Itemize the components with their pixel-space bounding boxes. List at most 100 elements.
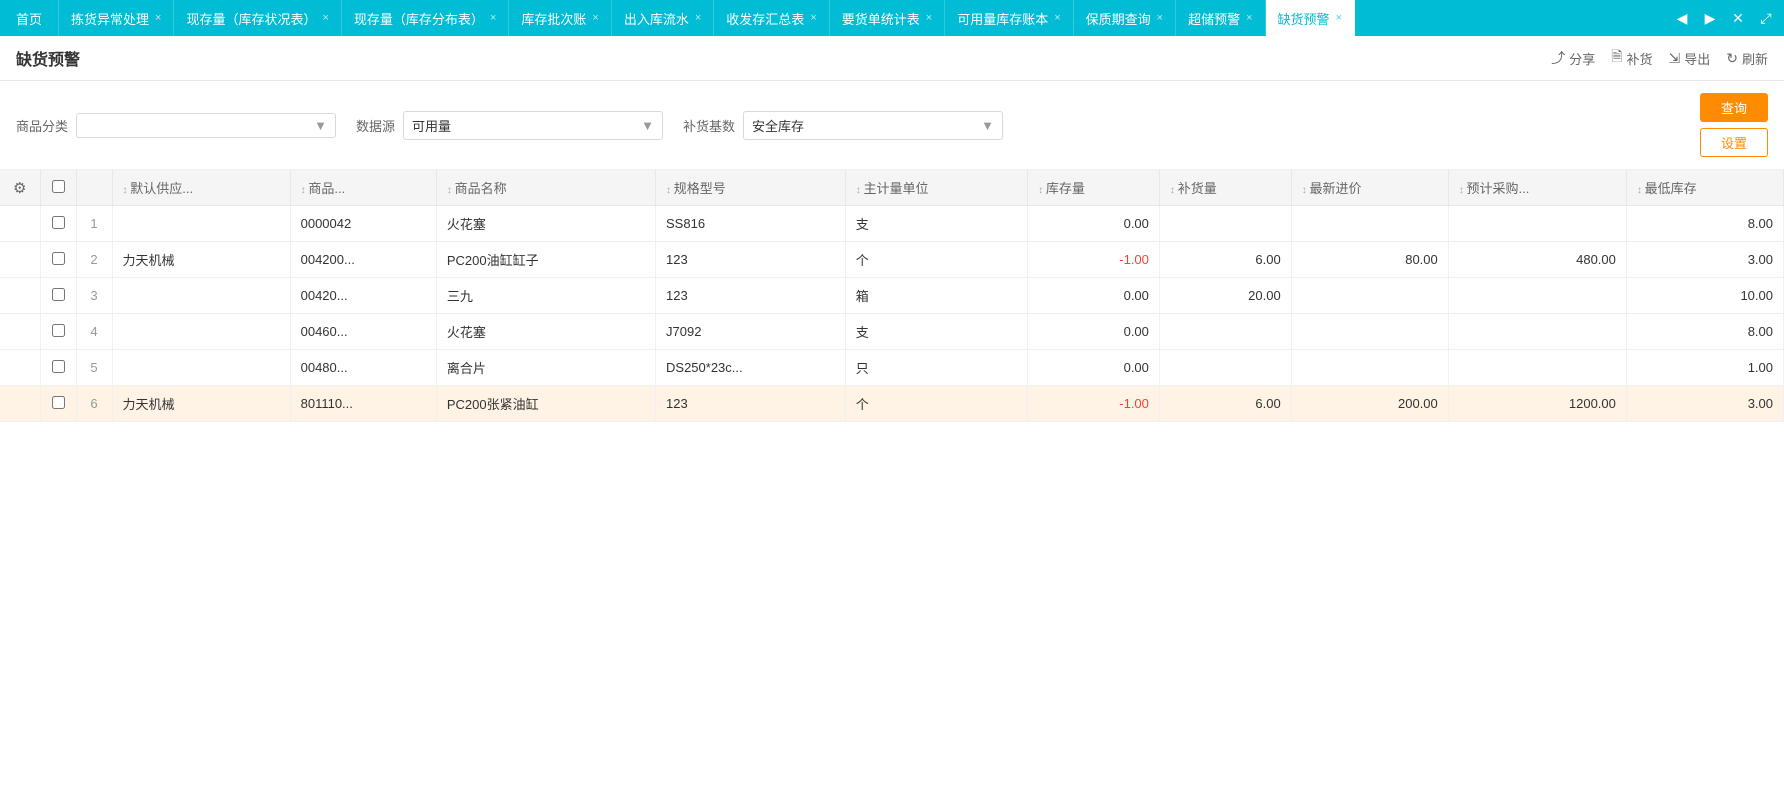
tab-stockout[interactable]: 缺货预警 × xyxy=(1266,0,1355,36)
col-row-num xyxy=(76,170,112,206)
tab-available-ledger[interactable]: 可用量库存账本 × xyxy=(945,0,1073,36)
row-replenish-qty: 6.00 xyxy=(1159,386,1291,422)
col-spec[interactable]: 规格型号 xyxy=(656,170,846,206)
row-product-name: 离合片 xyxy=(436,350,655,386)
row-checkbox-cell[interactable] xyxy=(40,350,76,386)
replenish-base-select[interactable]: 安全库存 ▼ xyxy=(743,111,1003,140)
table-row: 5 00480... 离合片 DS250*23c... 只 0.00 1.00 xyxy=(0,350,1784,386)
tab-expiry-query[interactable]: 保质期查询 × xyxy=(1074,0,1176,36)
row-checkbox-cell[interactable] xyxy=(40,386,76,422)
close-icon[interactable]: × xyxy=(1336,12,1342,24)
row-estimated-purchase xyxy=(1448,350,1626,386)
row-supplier: 力天机械 xyxy=(112,242,290,278)
row-spec: 123 xyxy=(656,386,846,422)
table-body: 1 0000042 火花塞 SS816 支 0.00 8.00 2 力天机械 0… xyxy=(0,206,1784,422)
settings-button[interactable]: 设置 xyxy=(1700,128,1768,157)
page-title: 缺货预警 xyxy=(16,46,80,70)
col-estimated-purchase[interactable]: 预计采购... xyxy=(1448,170,1626,206)
tab-inventory-dist[interactable]: 现存量（库存分布表） × xyxy=(342,0,509,36)
row-latest-price xyxy=(1291,206,1448,242)
replenish-base-filter-label: 补货基数 xyxy=(683,116,735,135)
row-product-name: 火花塞 xyxy=(436,314,655,350)
row-checkbox-cell[interactable] xyxy=(40,242,76,278)
close-icon[interactable]: × xyxy=(926,12,932,24)
nav-maximize-button[interactable]: ⤢ xyxy=(1752,4,1780,32)
category-filter-group: 商品分类 ▼ xyxy=(16,113,336,138)
row-checkbox[interactable] xyxy=(52,324,65,337)
row-checkbox[interactable] xyxy=(52,216,65,229)
row-estimated-purchase: 1200.00 xyxy=(1448,386,1626,422)
close-icon[interactable]: × xyxy=(1157,12,1163,24)
replenish-button[interactable]: 🗎 补货 xyxy=(1611,46,1652,70)
close-icon[interactable]: × xyxy=(1054,12,1060,24)
row-product-code: 0000042 xyxy=(290,206,436,242)
row-spec: J7092 xyxy=(656,314,846,350)
row-spec: DS250*23c... xyxy=(656,350,846,386)
row-checkbox-cell[interactable] xyxy=(40,314,76,350)
col-unit[interactable]: 主计量单位 xyxy=(845,170,1027,206)
col-min-stock[interactable]: 最低库存 xyxy=(1626,170,1783,206)
tab-exception[interactable]: 拣货异常处理 × xyxy=(59,0,174,36)
nav-next-button[interactable]: ▶ xyxy=(1696,4,1724,32)
tab-home[interactable]: 首页 xyxy=(0,0,59,36)
row-checkbox[interactable] xyxy=(52,360,65,373)
row-product-code: 801110... xyxy=(290,386,436,422)
close-icon[interactable]: × xyxy=(155,12,161,24)
row-min-stock: 1.00 xyxy=(1626,350,1783,386)
close-icon[interactable]: × xyxy=(322,12,328,24)
tab-inventory-status[interactable]: 现存量（库存状况表） × xyxy=(174,0,341,36)
row-unit: 支 xyxy=(845,314,1027,350)
col-settings[interactable]: ⚙ xyxy=(0,170,40,206)
row-number: 3 xyxy=(76,278,112,314)
datasource-select[interactable]: 可用量 ▼ xyxy=(403,111,663,140)
row-checkbox[interactable] xyxy=(52,252,65,265)
close-icon[interactable]: × xyxy=(810,12,816,24)
nav-prev-button[interactable]: ◀ xyxy=(1668,4,1696,32)
export-label: 导出 xyxy=(1684,49,1710,68)
col-latest-price[interactable]: 最新进价 xyxy=(1291,170,1448,206)
tab-inout-flow[interactable]: 出入库流水 × xyxy=(612,0,714,36)
col-stock-qty[interactable]: 库存量 xyxy=(1028,170,1160,206)
close-icon[interactable]: × xyxy=(695,12,701,24)
tab-batch-account[interactable]: 库存批次账 × xyxy=(509,0,611,36)
row-checkbox[interactable] xyxy=(52,288,65,301)
close-icon[interactable]: × xyxy=(592,12,598,24)
row-estimated-purchase xyxy=(1448,278,1626,314)
col-product-code[interactable]: 商品... xyxy=(290,170,436,206)
tab-stockout-label: 缺货预警 xyxy=(1278,9,1330,28)
refresh-button[interactable]: ↻ 刷新 xyxy=(1726,49,1768,68)
table-header-row: ⚙ 默认供应... 商品... 商品名称 规格型号 主计量单位 库存量 补货量 … xyxy=(0,170,1784,206)
export-button[interactable]: ⇲ 导出 xyxy=(1669,49,1711,68)
nav-close-button[interactable]: ✕ xyxy=(1724,4,1752,32)
row-estimated-purchase: 480.00 xyxy=(1448,242,1626,278)
col-checkbox[interactable] xyxy=(40,170,76,206)
row-product-code: 00420... xyxy=(290,278,436,314)
table-row: 3 00420... 三九 123 箱 0.00 20.00 10.00 xyxy=(0,278,1784,314)
close-icon[interactable]: × xyxy=(490,12,496,24)
tab-overstock[interactable]: 超储预警 × xyxy=(1176,0,1265,36)
row-replenish-qty: 20.00 xyxy=(1159,278,1291,314)
row-settings-cell xyxy=(0,386,40,422)
query-button[interactable]: 查询 xyxy=(1700,93,1768,122)
col-default-supplier[interactable]: 默认供应... xyxy=(112,170,290,206)
tab-receive-summary[interactable]: 收发存汇总表 × xyxy=(714,0,829,36)
row-latest-price xyxy=(1291,278,1448,314)
col-replenish-qty[interactable]: 补货量 xyxy=(1159,170,1291,206)
tab-order-stats[interactable]: 要货单统计表 × xyxy=(830,0,945,36)
close-icon[interactable]: × xyxy=(1246,12,1252,24)
row-checkbox-cell[interactable] xyxy=(40,206,76,242)
row-checkbox-cell[interactable] xyxy=(40,278,76,314)
row-product-name: PC200张紧油缸 xyxy=(436,386,655,422)
row-checkbox[interactable] xyxy=(52,396,65,409)
page-header: 缺货预警 ⤴ 分享 🗎 补货 ⇲ 导出 ↻ 刷新 xyxy=(0,36,1784,81)
table-row: 4 00460... 火花塞 J7092 支 0.00 8.00 xyxy=(0,314,1784,350)
gear-icon[interactable]: ⚙ xyxy=(13,179,26,197)
share-button[interactable]: ⤴ 分享 xyxy=(1551,48,1595,68)
select-all-checkbox[interactable] xyxy=(52,180,65,193)
data-table-container: ⚙ 默认供应... 商品... 商品名称 规格型号 主计量单位 库存量 补货量 … xyxy=(0,170,1784,422)
row-settings-cell xyxy=(0,206,40,242)
col-product-name[interactable]: 商品名称 xyxy=(436,170,655,206)
row-spec: 123 xyxy=(656,242,846,278)
category-select[interactable]: ▼ xyxy=(76,113,336,138)
tab-order-stats-label: 要货单统计表 xyxy=(842,9,920,28)
